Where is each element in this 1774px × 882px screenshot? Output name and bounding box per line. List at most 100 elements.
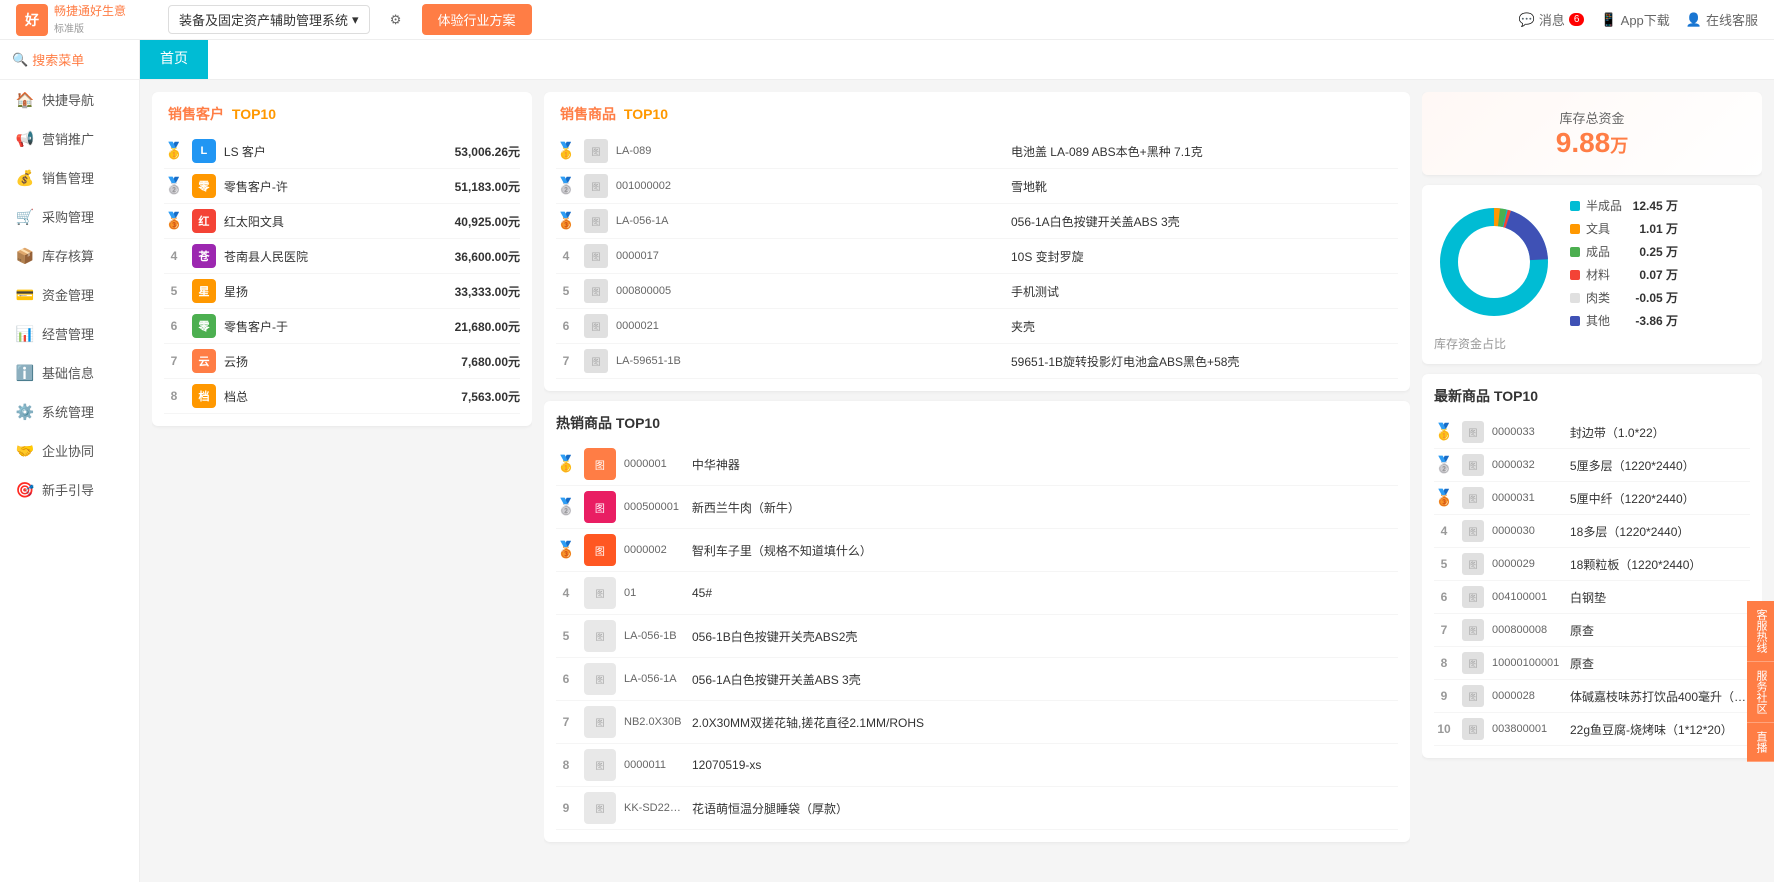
new-product-name: 白钢垫 (1570, 589, 1750, 606)
new-product-code: 003800001 (1492, 723, 1562, 735)
product-name: 59651-1B旋转投影灯电池盒ABS黑色+58壳 (1011, 353, 1398, 370)
nav-icon: 📢 (16, 130, 34, 148)
float-btn-客服热线[interactable]: 客服热线 (1747, 601, 1774, 662)
hot-product-rank-item: 6 图 LA-056-1A 056-1A白色按键开关盖ABS 3壳 (556, 658, 1398, 701)
app-download-button[interactable]: 📱 App下载 (1600, 10, 1669, 29)
donut-container: 半成品 12.45 万 文具 1.01 万 成品 0.25 万 材料 0.07 … (1434, 197, 1750, 329)
customer-rank-list: 🥇 L LS 客户 53,006.26元 🥈 零 零售客户-许 51,183.0… (164, 134, 520, 414)
legend-label: 成品 (1586, 243, 1622, 260)
customer-rank-item: 🥇 L LS 客户 53,006.26元 (164, 134, 520, 169)
product-thumb: 图 (584, 448, 616, 480)
product-thumb: 图 (584, 349, 608, 373)
customer-rank-item: 4 苍 苍南县人民医院 36,600.00元 (164, 239, 520, 274)
search-label: 搜索菜单 (32, 50, 84, 69)
logo-text: 畅捷通好生意 (54, 4, 126, 20)
customer-badge: 零 (192, 174, 216, 198)
new-product-name: 5厘中纤（1220*2440） (1570, 490, 1750, 507)
inventory-legend: 半成品 12.45 万 文具 1.01 万 成品 0.25 万 材料 0.07 … (1570, 197, 1678, 329)
message-button[interactable]: 💬 消息 6 (1519, 10, 1585, 29)
customer-name: 星扬 (224, 283, 447, 300)
product-thumb: 图 (584, 139, 608, 163)
nav-search[interactable]: 🔍 搜索菜单 (0, 40, 139, 80)
left-panel: 销售客户 TOP10 🥇 L LS 客户 53,006.26元 🥈 零 零售客户… (152, 92, 532, 870)
new-product-code: 004100001 (1492, 591, 1562, 603)
sidebar-item-库存核算[interactable]: 📦库存核算 (0, 236, 139, 275)
online-service-button[interactable]: 👤 在线客服 (1686, 10, 1758, 29)
new-product-rank-item: 🥉 图 0000031 5厘中纤（1220*2440） (1434, 482, 1750, 515)
sidebar-item-快捷导航[interactable]: 🏠快捷导航 (0, 80, 139, 119)
service-icon: 👤 (1686, 12, 1702, 28)
legend-item: 成品 0.25 万 (1570, 243, 1678, 260)
donut-chart (1434, 202, 1554, 325)
legend-color (1570, 270, 1580, 280)
customer-value: 33,333.00元 (455, 283, 520, 300)
system-select[interactable]: 装备及固定资产辅助管理系统 ▾ (168, 5, 370, 34)
inventory-chart-card: 半成品 12.45 万 文具 1.01 万 成品 0.25 万 材料 0.07 … (1422, 185, 1762, 364)
sidebar-item-企业协同[interactable]: 🤝企业协同 (0, 431, 139, 470)
hot-product-code: NB2.0X30B (624, 716, 684, 728)
legend-color (1570, 201, 1580, 211)
hot-product-rank-item: 9 图 KK-SD22110H 花语萌恒温分腿睡袋（厚款） (556, 787, 1398, 830)
hot-product-rank-item: 7 图 NB2.0X30B 2.0X30MM双搓花轴,搓花直径2.1MM/ROH… (556, 701, 1398, 744)
product-code: 000800005 (616, 285, 1003, 297)
tab-home[interactable]: 首页 (140, 40, 208, 79)
sales-product-rank-item: 7 图 LA-59651-1B 59651-1B旋转投影灯电池盒ABS黑色+58… (556, 344, 1398, 379)
new-product-code: 000800008 (1492, 624, 1562, 636)
hot-product-rank-item: 8 图 0000011 12070519-xs (556, 744, 1398, 787)
topbar: 好 畅捷通好生意 标准版 装备及固定资产辅助管理系统 ▾ ⚙ 体验行业方案 💬 … (0, 0, 1774, 40)
new-product-name: 封边带（1.0*22） (1570, 424, 1750, 441)
nav-icon: 🎯 (16, 481, 34, 499)
sidebar-item-采购管理[interactable]: 🛒采购管理 (0, 197, 139, 236)
sidebar: 🔍 搜索菜单 🏠快捷导航 📢 营销推广 💰销售管理🛒采购管理📦库存核算💳资金管理📊经营… (0, 40, 140, 882)
hot-product-rank-item: 🥇 图 0000001 中华神器 (556, 443, 1398, 486)
new-product-code: 0000029 (1492, 558, 1562, 570)
sidebar-item-资金管理[interactable]: 💳资金管理 (0, 275, 139, 314)
float-btn-服务社区[interactable]: 服务社区 (1747, 662, 1774, 723)
new-product-rank-item: 8 图 10000100001 原查 (1434, 647, 1750, 680)
tab-bar: 首页 (140, 40, 1774, 80)
legend-value: -0.05 万 (1628, 289, 1678, 306)
customer-value: 21,680.00元 (455, 318, 520, 335)
sidebar-item-经营管理[interactable]: 📊经营管理 (0, 314, 139, 353)
product-code: LA-59651-1B (616, 355, 1003, 367)
product-code: LA-056-1A (616, 215, 1003, 227)
nav-icon: 🏠 (16, 91, 34, 109)
new-product-code: 0000030 (1492, 525, 1562, 537)
sidebar-item-新手引导[interactable]: 🎯新手引导 (0, 470, 139, 509)
product-thumb: 图 (584, 706, 616, 738)
customer-badge: 档 (192, 384, 216, 408)
new-product-rank-item: 🥈 图 0000032 5厘多层（1220*2440） (1434, 449, 1750, 482)
hot-product-name: 花语萌恒温分腿睡袋（厚款） (692, 800, 1398, 817)
sidebar-item-销售管理[interactable]: 💰销售管理 (0, 158, 139, 197)
new-products-list: 🥇 图 0000033 封边带（1.0*22） 🥈 图 0000032 5厘多层… (1434, 416, 1750, 746)
hot-product-name: 中华神器 (692, 456, 1398, 473)
customer-rank-item: 6 零 零售客户-于 21,680.00元 (164, 309, 520, 344)
sidebar-item-系统管理[interactable]: ⚙️系统管理 (0, 392, 139, 431)
nav-label: 营销推广 (42, 129, 94, 148)
hot-product-name: 2.0X30MM双搓花轴,搓花直径2.1MM/ROHS (692, 714, 1398, 731)
hot-product-code: 0000002 (624, 544, 684, 556)
hot-product-rank-item: 🥈 图 000500001 新西兰牛肉（新牛） (556, 486, 1398, 529)
page-content: 销售客户 TOP10 🥇 L LS 客户 53,006.26元 🥈 零 零售客户… (140, 80, 1774, 882)
customer-badge: L (192, 139, 216, 163)
trial-button[interactable]: 体验行业方案 (422, 4, 532, 35)
new-product-name: 5厘多层（1220*2440） (1570, 457, 1750, 474)
legend-item: 其他 -3.86 万 (1570, 312, 1678, 329)
legend-value: 12.45 万 (1628, 197, 1678, 214)
sidebar-item-营销推广[interactable]: 📢 营销推广 (0, 119, 139, 158)
online-service-label: 在线客服 (1706, 10, 1758, 29)
customer-badge: 星 (192, 279, 216, 303)
nav-label: 库存核算 (42, 246, 94, 265)
message-icon: 💬 (1519, 12, 1535, 28)
sales-products-card: 销售商品 TOP10 🥇 图 LA-089 电池盖 LA-089 ABS本色+黑… (544, 92, 1410, 391)
new-product-name: 22g鱼豆腐-烧烤味（1*12*20） (1570, 721, 1750, 738)
new-product-thumb: 图 (1462, 718, 1484, 740)
new-product-rank-item: 9 图 0000028 体碱嘉枝味苏打饮品400毫升（1*15） (1434, 680, 1750, 713)
inventory-label: 库存总资金 (1438, 108, 1746, 127)
float-btn-直播[interactable]: 直播 (1747, 723, 1774, 762)
new-product-name: 原查 (1570, 622, 1750, 639)
new-product-name: 原查 (1570, 655, 1750, 672)
legend-value: 1.01 万 (1628, 220, 1678, 237)
sidebar-item-基础信息[interactable]: ℹ️基础信息 (0, 353, 139, 392)
gear-button[interactable]: ⚙ (382, 6, 410, 34)
